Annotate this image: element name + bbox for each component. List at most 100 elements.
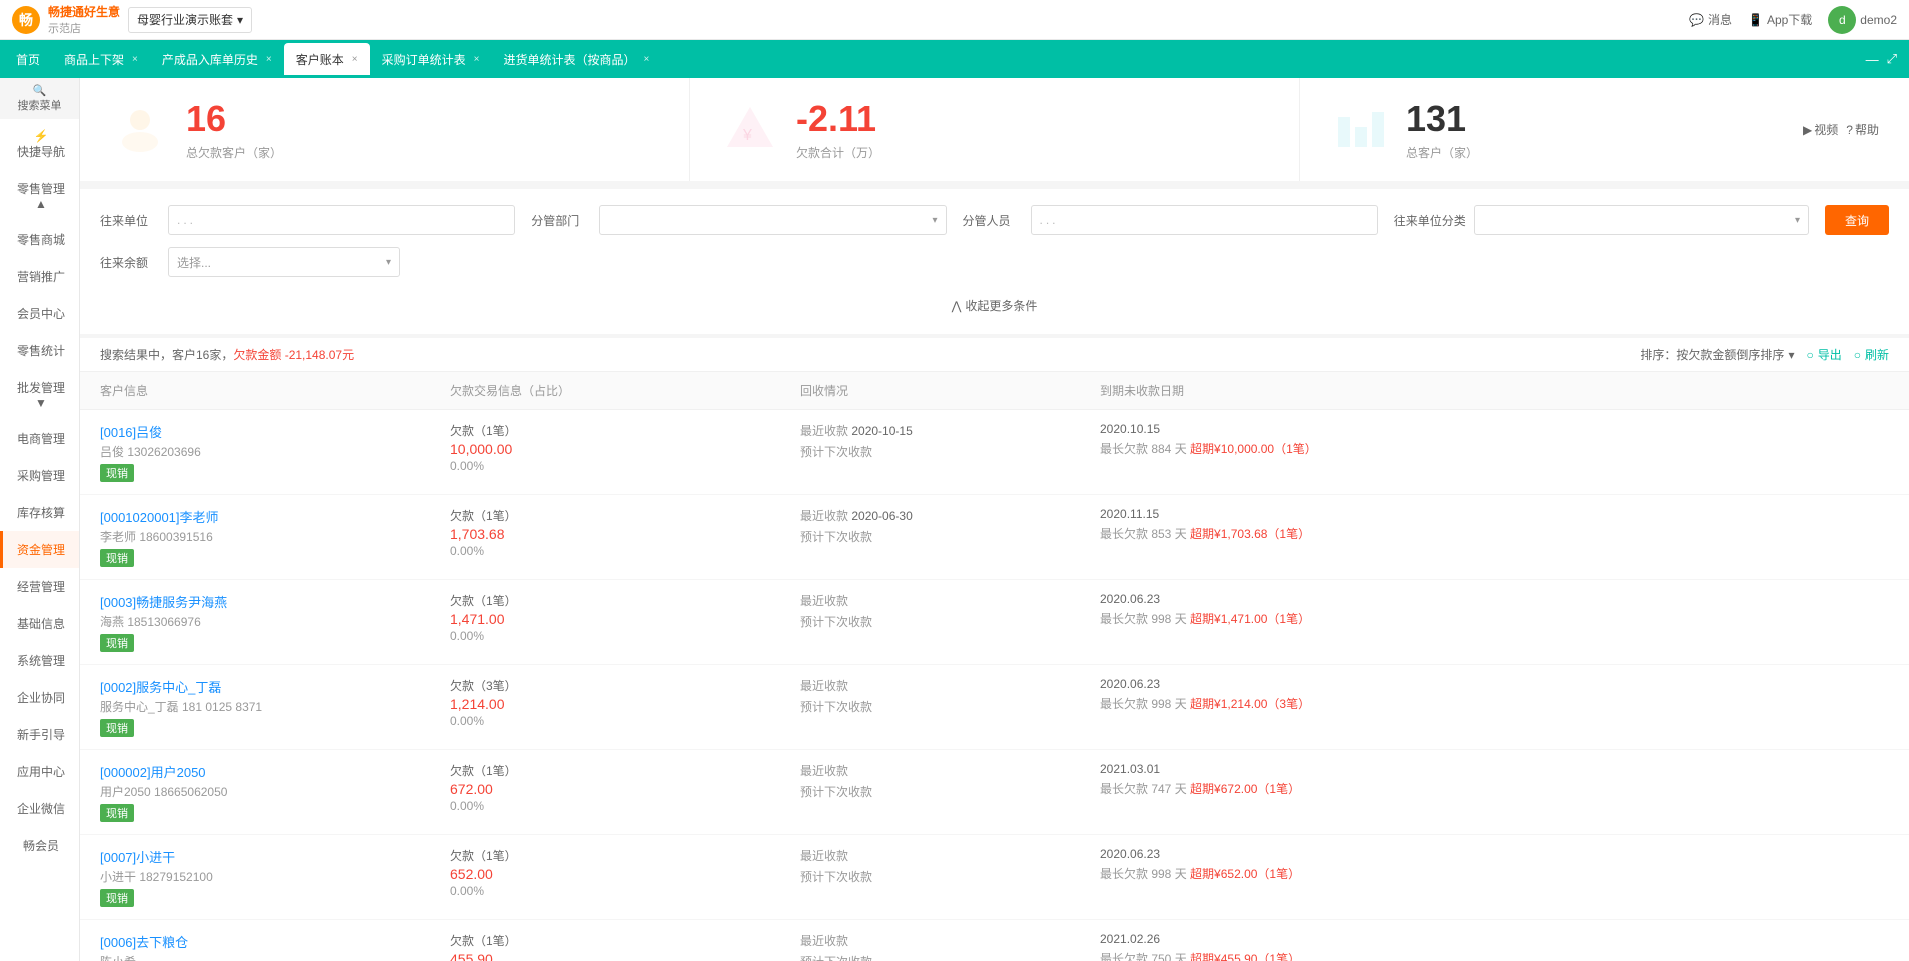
payment-next: 预计下次收款 xyxy=(800,528,1100,545)
close-tab-production[interactable]: × xyxy=(266,54,272,65)
remaining-chevron: ▾ xyxy=(386,257,391,268)
unit-category-label: 往来单位分类 xyxy=(1394,212,1466,229)
search-menu-item[interactable]: 🔍 搜索菜单 xyxy=(0,78,79,119)
sidebar-item-marketing[interactable]: 营销推广 xyxy=(0,258,79,295)
sidebar-item-membership[interactable]: 会员中心 xyxy=(0,295,79,332)
close-tab-customer-account[interactable]: × xyxy=(352,54,358,65)
overdue-link[interactable]: 超期¥1,703.68（1笔） xyxy=(1190,527,1310,541)
help-btn[interactable]: ? 帮助 xyxy=(1846,121,1879,138)
account-selector[interactable]: 母婴行业演示账套 ▾ xyxy=(128,7,252,33)
sidebar-item-basic-info[interactable]: 基础信息 xyxy=(0,605,79,642)
video-btn[interactable]: ▶ 视频 xyxy=(1803,121,1838,138)
stat-number-owed-amount: -2.11 xyxy=(796,98,1269,140)
from-unit-input[interactable]: ... xyxy=(168,205,515,235)
customer-name-link[interactable]: [0002]服务中心_丁磊 xyxy=(100,680,221,695)
overdue-link[interactable]: 超期¥455.90（1笔） xyxy=(1190,952,1300,961)
due-date-value: 2020.06.23 xyxy=(1100,592,1889,606)
unit-category-select[interactable]: ▾ xyxy=(1474,205,1809,235)
sidebar-item-new-guide[interactable]: 新手引导 xyxy=(0,716,79,753)
customer-phone: 海燕 18513066976 xyxy=(100,613,450,630)
overdue-link[interactable]: 超期¥10,000.00（1笔） xyxy=(1190,442,1317,456)
customer-info-cell: [0016]吕俊 吕俊 13026203696 现销 xyxy=(100,422,450,482)
due-date-cell: 2020.10.15 最长欠款 884 天 超期¥10,000.00（1笔） xyxy=(1100,422,1889,457)
debt-amount: 1,214.00 xyxy=(450,696,800,712)
debt-info-cell: 欠款（1笔） 455.90 0.00% xyxy=(450,932,800,961)
app-download-btn[interactable]: 📱 App下载 xyxy=(1748,11,1812,28)
remaining-select[interactable]: 选择... ▾ xyxy=(168,247,400,277)
user-profile-btn[interactable]: d demo2 xyxy=(1828,6,1897,34)
export-icon: ○ xyxy=(1806,348,1813,362)
result-summary: 搜索结果中，客户16家，欠款金额 -21,148.07元 xyxy=(100,346,354,363)
tab-customer-account[interactable]: 客户账本 × xyxy=(284,43,370,75)
customer-name-link[interactable]: [0001020001]李老师 xyxy=(100,510,219,525)
sidebar-item-ecommerce[interactable]: 电商管理 xyxy=(0,420,79,457)
overdue-link[interactable]: 超期¥1,471.00（1笔） xyxy=(1190,612,1310,626)
sidebar-item-system[interactable]: 系统管理 xyxy=(0,642,79,679)
tab-home[interactable]: 首页 xyxy=(4,43,52,75)
search-button[interactable]: 查询 xyxy=(1825,205,1889,235)
customer-phone: 服务中心_丁磊 181 0125 8371 xyxy=(100,698,450,715)
sidebar-item-operations[interactable]: 经营管理 xyxy=(0,568,79,605)
customer-name-link[interactable]: [0007]小进干 xyxy=(100,850,175,865)
sidebar-item-enterprise-coop[interactable]: 企业协同 xyxy=(0,679,79,716)
tab-incoming-stats[interactable]: 进货单统计表（按商品） × xyxy=(491,43,661,75)
customer-tag: 现销 xyxy=(100,549,134,567)
tab-purchase-order[interactable]: 采购订单统计表 × xyxy=(370,43,492,75)
col-header-payment: 回收情况 xyxy=(800,382,1100,399)
filter-unit-category: 往来单位分类 ▾ xyxy=(1394,205,1809,235)
payment-status-cell: 最近收款 预计下次收款 xyxy=(800,677,1100,715)
debt-info-cell: 欠款（1笔） 672.00 0.00% xyxy=(450,762,800,813)
sidebar-item-app-center[interactable]: 应用中心 xyxy=(0,753,79,790)
dept-select[interactable]: ▾ xyxy=(599,205,946,235)
tab-production[interactable]: 产成品入库单历史 × xyxy=(150,43,284,75)
sidebar-item-retail-stats[interactable]: 零售统计 xyxy=(0,332,79,369)
video-icon: ▶ xyxy=(1803,123,1812,137)
sidebar-item-enterprise-wechat[interactable]: 企业微信 xyxy=(0,790,79,827)
close-tab-purchase-order[interactable]: × xyxy=(474,54,480,65)
sidebar-item-inventory[interactable]: 库存核算 xyxy=(0,494,79,531)
customer-name-link[interactable]: [0016]吕俊 xyxy=(100,425,162,440)
app-subtitle: 示范店 xyxy=(48,20,120,36)
payment-last: 最近收款 2020-10-15 xyxy=(800,422,1100,439)
payment-next: 预计下次收款 xyxy=(800,783,1100,800)
col-header-due: 到期未收款日期 xyxy=(1100,382,1889,399)
close-tab-incoming-stats[interactable]: × xyxy=(643,54,649,65)
due-date-cell: 2020.06.23 最长欠款 998 天 超期¥1,214.00（3笔） xyxy=(1100,677,1889,712)
tab-action-area: — ⤢ xyxy=(1858,51,1905,67)
refresh-btn[interactable]: ○ 刷新 xyxy=(1854,346,1889,363)
customer-info-cell: [0001020001]李老师 李老师 18600391516 现销 xyxy=(100,507,450,567)
overdue-info: 最长欠款 998 天 超期¥1,214.00（3笔） xyxy=(1100,695,1889,712)
sidebar-item-purchase-mgmt[interactable]: 采购管理 xyxy=(0,457,79,494)
sidebar-item-quick-nav[interactable]: ⚡ 快捷导航 xyxy=(0,119,79,170)
stat-info-owed-customers: 16 总欠款客户（家） xyxy=(186,98,659,161)
overdue-link[interactable]: 超期¥672.00（1笔） xyxy=(1190,782,1300,796)
message-btn[interactable]: 💬 消息 xyxy=(1689,11,1732,28)
overdue-link[interactable]: 超期¥1,214.00（3笔） xyxy=(1190,697,1310,711)
sidebar-item-batch-mgmt[interactable]: 批发管理 ▼ xyxy=(0,369,79,420)
debt-amount: 652.00 xyxy=(450,866,800,882)
customer-name-link[interactable]: [000002]用户2050 xyxy=(100,765,206,780)
help-icon: ? xyxy=(1846,123,1853,137)
sidebar-item-retail-mall[interactable]: 零售商城 xyxy=(0,221,79,258)
sort-selector[interactable]: 排序：按欠款金额倒序排序 ▾ xyxy=(1640,346,1794,363)
maximize-window-icon[interactable]: ⤢ xyxy=(1887,51,1897,67)
minimize-window-icon[interactable]: — xyxy=(1866,52,1879,67)
total-customers-icon xyxy=(1330,100,1390,160)
payment-last: 最近收款 xyxy=(800,932,1100,949)
export-btn[interactable]: ○ 导出 xyxy=(1806,346,1841,363)
customer-name-link[interactable]: [0006]去下粮仓 xyxy=(100,935,188,950)
tab-products[interactable]: 商品上下架 × xyxy=(52,43,150,75)
collapse-filter-btn[interactable]: ⋀ 收起更多条件 xyxy=(100,289,1889,318)
close-tab-products[interactable]: × xyxy=(132,54,138,65)
nav-tabs-bar: 首页 商品上下架 × 产成品入库单历史 × 客户账本 × 采购订单统计表 × 进… xyxy=(0,40,1909,78)
sidebar-item-chang-member[interactable]: 畅会员 xyxy=(0,827,79,864)
customer-tag: 现销 xyxy=(100,464,134,482)
due-date-value: 2021.03.01 xyxy=(1100,762,1889,776)
sidebar-item-finance[interactable]: 资金管理 xyxy=(0,531,79,568)
top-right-area: 💬 消息 📱 App下载 d demo2 xyxy=(1689,6,1897,34)
customer-name-link[interactable]: [0003]畅捷服务尹海燕 xyxy=(100,595,227,610)
debt-percent: 0.00% xyxy=(450,799,800,813)
overdue-link[interactable]: 超期¥652.00（1笔） xyxy=(1190,867,1300,881)
person-input[interactable]: ... xyxy=(1031,205,1378,235)
sidebar-item-retail-mgmt[interactable]: 零售管理 ▲ xyxy=(0,170,79,221)
